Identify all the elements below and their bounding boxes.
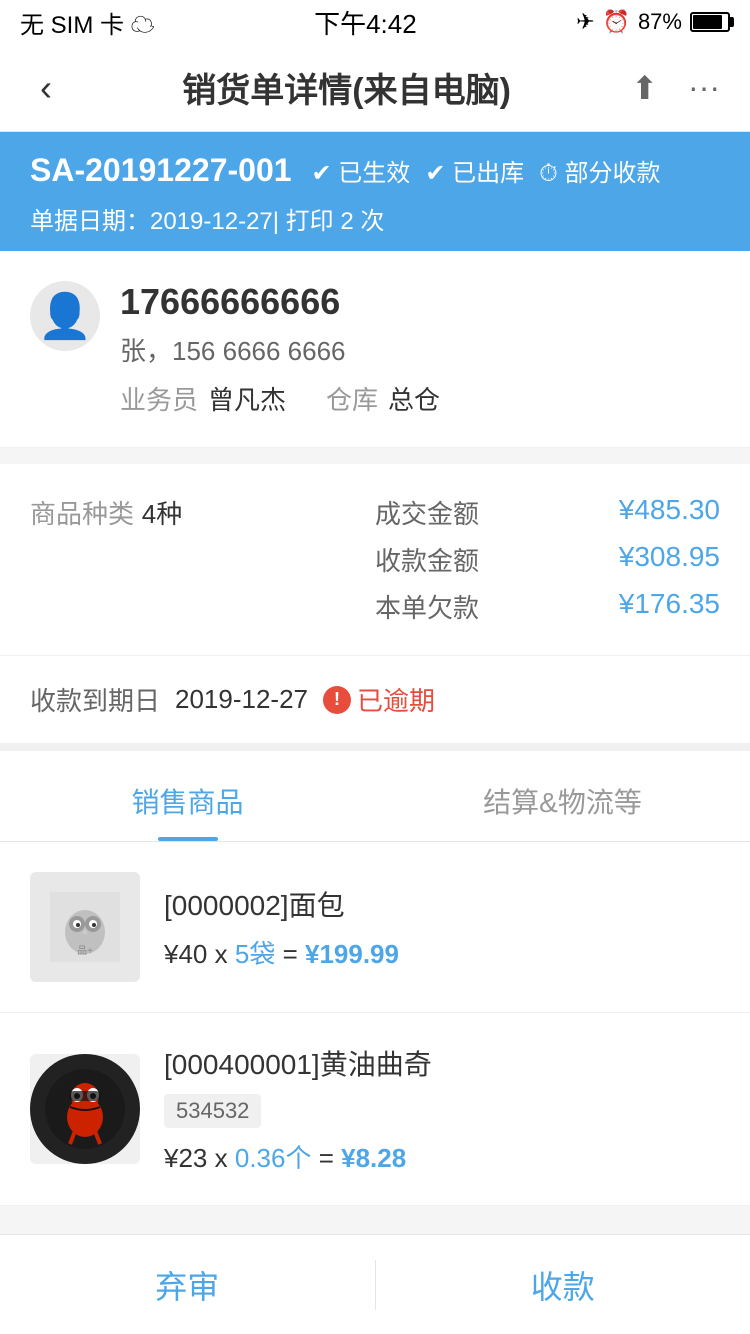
date-label: 单据日期： (30, 208, 150, 235)
product-price-bread: ¥40 x 5袋 = ¥199.99 (164, 934, 720, 971)
status-bar: 无 SIM 卡 ☁ 下午4:42 ✈ ⏰ 87% (0, 0, 750, 44)
product-sku-cookie: 534532 (164, 1094, 261, 1128)
collect-payment-button[interactable]: 收款 (376, 1242, 750, 1328)
more-icon[interactable]: ··· (688, 69, 720, 106)
due-label: 收款到期日 (30, 681, 160, 718)
status-badges: ✔ 已生效 ✔ 已出库 ⏱ 部分收款 (312, 153, 661, 188)
page-title: 销货单详情(来自电脑) (182, 63, 511, 112)
customer-meta: 业务员 曾凡杰 仓库 总仓 (120, 380, 720, 417)
header-banner: SA-20191227-001 ✔ 已生效 ✔ 已出库 ⏱ 部分收款 单据日期：… (0, 132, 750, 251)
owl-image-placeholder (30, 1054, 140, 1164)
print-info: | 打印 2 次 (273, 208, 385, 235)
received-amount-row: 收款金额 ¥308.95 (375, 541, 720, 578)
owed-amount-value: ¥176.35 (619, 588, 720, 625)
battery-text: 87% (638, 9, 682, 35)
product-item-cookie: [000400001]黄油曲奇 534532 ¥23 x 0.36个 = ¥8.… (0, 1013, 750, 1206)
product-types-value: 4种 (142, 499, 182, 529)
status-right: ✈ ⏰ 87% (576, 9, 730, 35)
product-qty-cookie: 0.36个 (235, 1143, 312, 1173)
product-thumb-cookie (30, 1054, 140, 1164)
order-date-line: 单据日期：2019-12-27| 打印 2 次 (30, 201, 720, 236)
product-total-cookie: ¥8.28 (341, 1143, 406, 1173)
due-date: 2019-12-27 (175, 684, 308, 715)
product-qty-bread: 5袋 (235, 939, 275, 969)
tab-settlement[interactable]: 结算&物流等 (375, 751, 750, 841)
alarm-icon: ⏰ (603, 9, 630, 35)
product-thumb-bread: 品+ (30, 872, 140, 982)
product-multiply-cookie: x (215, 1143, 235, 1173)
deal-amount-row: 成交金额 ¥485.30 (375, 494, 720, 531)
bread-thumb-svg: 品+ (50, 892, 120, 962)
badge-partial-payment: ⏱ 部分收款 (539, 153, 660, 188)
status-left: 无 SIM 卡 ☁ (20, 5, 155, 40)
product-unit-price-bread: ¥40 (164, 939, 207, 969)
svg-text:品+: 品+ (77, 945, 93, 957)
deal-amount-label: 成交金额 (375, 494, 479, 531)
nav-right-actions: ⬆ ··· (631, 69, 720, 107)
product-equals-bread: = (283, 939, 305, 969)
overdue-text: 已逾期 (357, 681, 435, 718)
badge-effective: ✔ 已生效 (312, 153, 411, 188)
product-multiply-bread: x (215, 939, 235, 969)
owed-amount-row: 本单欠款 ¥176.35 (375, 588, 720, 625)
product-info-cookie: [000400001]黄油曲奇 534532 ¥23 x 0.36个 = ¥8.… (164, 1043, 720, 1175)
received-amount-label: 收款金额 (375, 541, 479, 578)
avatar-icon: 👤 (38, 290, 93, 342)
sales-person: 业务员 曾凡杰 (120, 380, 286, 417)
sales-label: 业务员 (120, 380, 198, 417)
order-number: SA-20191227-001 (30, 152, 292, 189)
battery-icon (690, 12, 730, 32)
deal-amount-value: ¥485.30 (619, 494, 720, 531)
overdue-badge: ! 已逾期 (323, 681, 435, 718)
stats-section: 商品种类 4种 成交金额 ¥485.30 收款金额 ¥308.95 本单欠款 ¥… (0, 464, 750, 656)
tab-sales-products[interactable]: 销售商品 (0, 751, 375, 841)
warehouse: 仓库 总仓 (326, 380, 440, 417)
back-button[interactable]: ‹ (30, 57, 62, 119)
received-amount-value: ¥308.95 (619, 541, 720, 578)
status-time: 下午4:42 (314, 4, 417, 41)
product-thumb-placeholder-bread: 品+ (30, 872, 140, 982)
cookie-thumb-svg (45, 1069, 125, 1149)
product-unit-price-cookie: ¥23 (164, 1143, 207, 1173)
product-total-bread: ¥199.99 (305, 939, 399, 969)
customer-info: 17666666666 张，156 6666 6666 业务员 曾凡杰 仓库 总… (120, 281, 720, 417)
customer-section: 👤 17666666666 张，156 6666 6666 业务员 曾凡杰 仓库… (0, 251, 750, 448)
nav-bar: ‹ 销货单详情(来自电脑) ⬆ ··· (0, 44, 750, 132)
sales-name: 曾凡杰 (208, 380, 286, 417)
cancel-review-button[interactable]: 弃审 (0, 1242, 375, 1328)
due-section: 收款到期日 2019-12-27 ! 已逾期 (0, 656, 750, 751)
product-types-item: 商品种类 4种 (30, 494, 375, 531)
product-price-cookie: ¥23 x 0.36个 = ¥8.28 (164, 1138, 720, 1175)
share-icon[interactable]: ⬆ (631, 69, 658, 107)
warehouse-name: 总仓 (388, 380, 440, 417)
bottom-bar: 弃审 收款 (0, 1234, 750, 1334)
stats-left: 商品种类 4种 (30, 494, 375, 541)
stats-right: 成交金额 ¥485.30 收款金额 ¥308.95 本单欠款 ¥176.35 (375, 494, 720, 625)
badge-shipped: ✔ 已出库 (425, 153, 524, 188)
product-types-label: 商品种类 (30, 499, 134, 529)
status-no-sim: 无 SIM 卡 ☁ (20, 5, 155, 40)
product-info-bread: [0000002]面包 ¥40 x 5袋 = ¥199.99 (164, 884, 720, 971)
tab-sales-products-label: 销售商品 (131, 787, 243, 818)
order-date: 2019-12-27 (150, 208, 273, 235)
avatar: 👤 (30, 281, 100, 351)
tabs-bar: 销售商品 结算&物流等 (0, 751, 750, 842)
product-list: 品+ [0000002]面包 ¥40 x 5袋 = ¥199.99 (0, 842, 750, 1206)
customer-name-phone: 张，156 6666 6666 (120, 331, 720, 368)
location-icon: ✈ (576, 9, 594, 35)
product-name-bread: [0000002]面包 (164, 884, 720, 924)
product-equals-cookie: = (319, 1143, 341, 1173)
owed-amount-label: 本单欠款 (375, 588, 479, 625)
product-item: 品+ [0000002]面包 ¥40 x 5袋 = ¥199.99 (0, 842, 750, 1013)
tab-settlement-label: 结算&物流等 (483, 787, 642, 818)
overdue-icon: ! (323, 686, 351, 714)
customer-phone: 17666666666 (120, 281, 720, 323)
product-name-cookie: [000400001]黄油曲奇 (164, 1043, 720, 1083)
warehouse-label: 仓库 (326, 380, 378, 417)
